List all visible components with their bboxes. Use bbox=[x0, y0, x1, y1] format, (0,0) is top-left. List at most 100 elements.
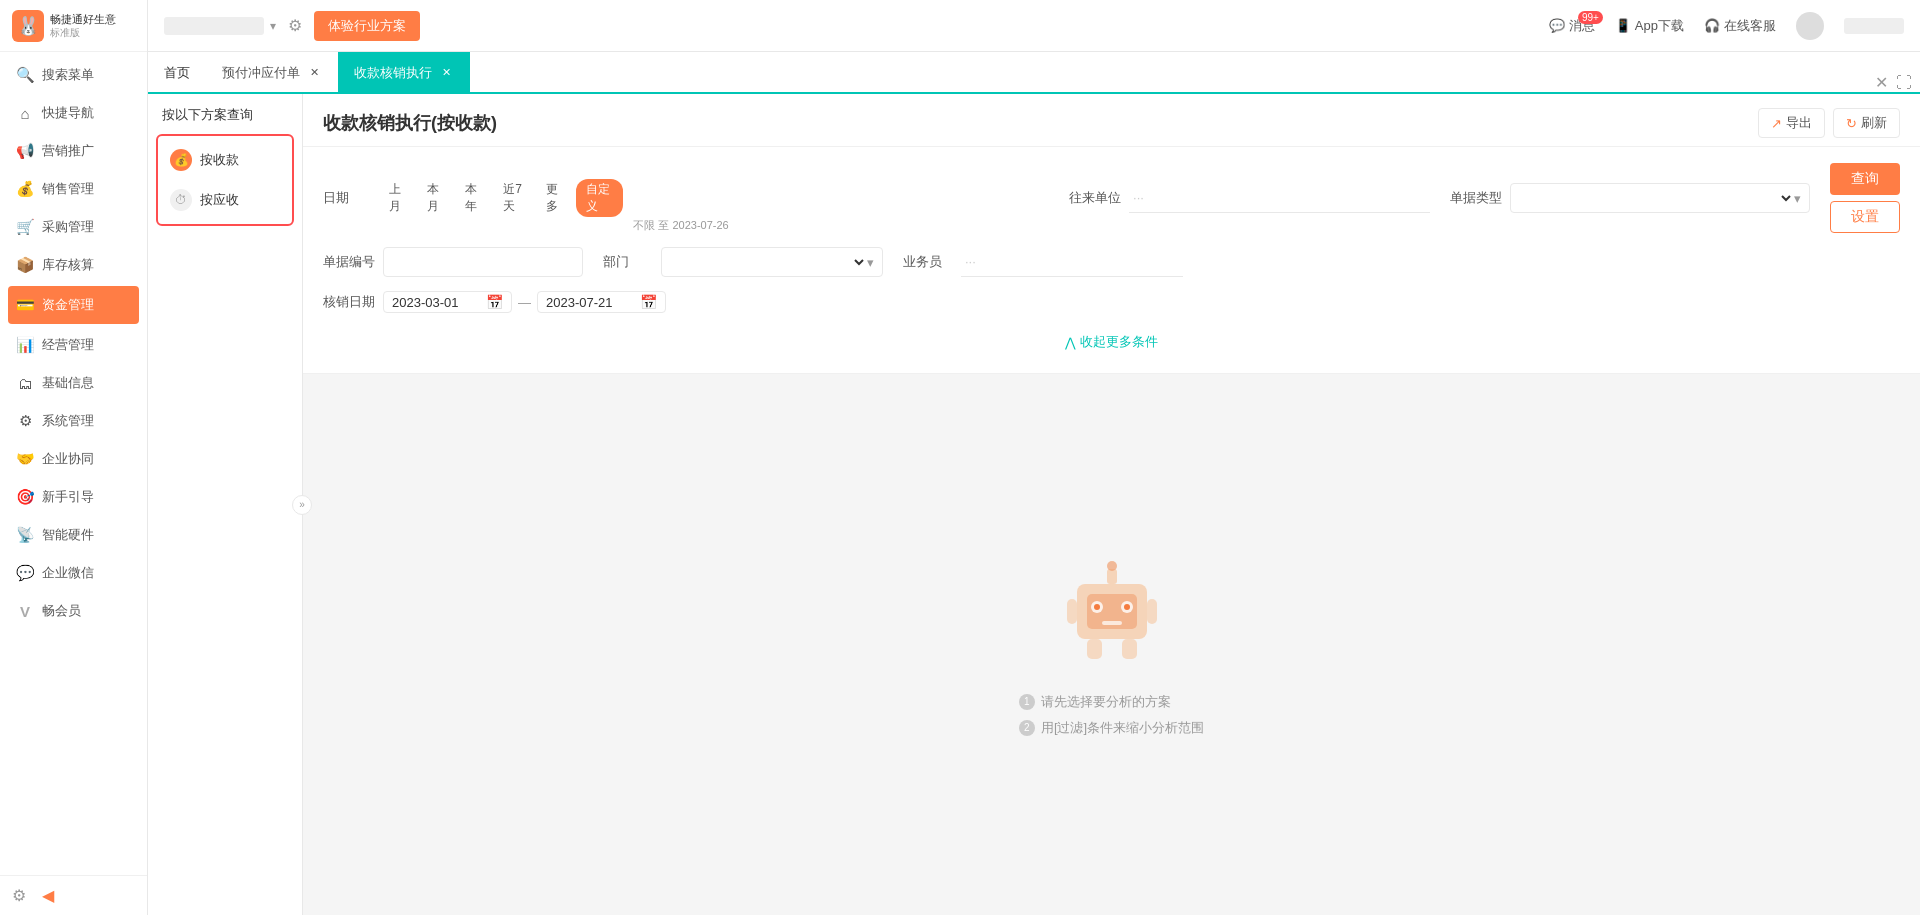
form-row-writeoff-date: 核销日期 📅 — 📅 bbox=[323, 291, 1900, 313]
date-btn-7days[interactable]: 近7天 bbox=[495, 179, 534, 217]
empty-tip-1: 1 请先选择要分析的方案 bbox=[1019, 689, 1204, 715]
sidebar-item-vip[interactable]: V 畅会员 bbox=[0, 592, 147, 630]
sidebar-nav: 🔍 搜索菜单 ⌂ 快捷导航 📢 营销推广 💰 销售管理 🛒 采购管理 📦 库存核… bbox=[0, 52, 147, 875]
writeoff-start-calendar-icon[interactable]: 📅 bbox=[486, 294, 503, 310]
svg-rect-7 bbox=[1107, 569, 1117, 584]
purchase-icon: 🛒 bbox=[16, 218, 34, 236]
staff-ellipsis: ··· bbox=[965, 254, 976, 269]
search-form: 日期 上月 本月 本年 近7天 更多 自定义 不限 至 2023-07-26 bbox=[303, 147, 1920, 374]
expand-tab-icon[interactable]: ⛶ bbox=[1896, 74, 1912, 92]
writeoff-end-date-wrap[interactable]: 📅 bbox=[537, 291, 666, 313]
logo-text: 畅捷通好生意 标准版 bbox=[50, 12, 116, 39]
main-area: ▾ ⚙ 体验行业方案 💬 消息 99+ 📱 App下载 🎧 在线客服 首 bbox=[148, 0, 1920, 915]
tab-receivable[interactable]: 收款核销执行 ✕ bbox=[338, 52, 470, 92]
operation-icon: 📊 bbox=[16, 336, 34, 354]
header-gear-icon[interactable]: ⚙ bbox=[288, 16, 302, 35]
date-quick-buttons: 上月 本月 本年 近7天 更多 自定义 bbox=[381, 179, 623, 217]
header-actions: 💬 消息 99+ 📱 App下载 🎧 在线客服 bbox=[1549, 12, 1904, 40]
main-content: 收款核销执行(按收款) ↗ 导出 ↻ 刷新 日期 bbox=[303, 94, 1920, 915]
tab-home[interactable]: 首页 bbox=[148, 52, 206, 92]
doc-type-field: 单据类型 ▾ bbox=[1450, 183, 1810, 213]
dept-select[interactable]: ▾ bbox=[661, 247, 883, 277]
service-icon: 🎧 bbox=[1704, 18, 1720, 33]
sidebar-item-basic[interactable]: 🗂 基础信息 bbox=[0, 364, 147, 402]
tab-close-receivable[interactable]: ✕ bbox=[438, 65, 454, 81]
filter-options-box: 💰 按收款 ⏱ 按应收 bbox=[156, 134, 294, 226]
page-actions: ↗ 导出 ↻ 刷新 bbox=[1758, 108, 1900, 138]
export-button[interactable]: ↗ 导出 bbox=[1758, 108, 1825, 138]
sidebar-item-guide[interactable]: 🎯 新手引导 bbox=[0, 478, 147, 516]
logo-icon: 🐰 bbox=[12, 10, 44, 42]
sidebar-item-inventory[interactable]: 📦 库存核算 bbox=[0, 246, 147, 284]
sidebar-item-wechat[interactable]: 💬 企业微信 bbox=[0, 554, 147, 592]
query-button[interactable]: 查询 bbox=[1830, 163, 1900, 195]
close-tab-icon[interactable]: ✕ bbox=[1875, 73, 1888, 92]
sidebar-item-enterprise[interactable]: 🤝 企业协同 bbox=[0, 440, 147, 478]
writeoff-start-date-input[interactable] bbox=[392, 295, 482, 310]
dept-dropdown[interactable] bbox=[670, 254, 867, 271]
filter-option-receivable[interactable]: ⏱ 按应收 bbox=[162, 180, 288, 220]
tab-bar: 首页 预付冲应付单 ✕ 收款核销执行 ✕ ✕ ⛶ bbox=[148, 52, 1920, 94]
refresh-button[interactable]: ↻ 刷新 bbox=[1833, 108, 1900, 138]
doc-type-dropdown[interactable] bbox=[1519, 190, 1794, 207]
svg-rect-11 bbox=[1087, 639, 1102, 659]
sidebar-item-quick-nav[interactable]: ⌂ 快捷导航 bbox=[0, 94, 147, 132]
date-field: 日期 上月 本月 本年 近7天 更多 自定义 bbox=[323, 179, 623, 217]
sidebar-item-operation[interactable]: 📊 经营管理 bbox=[0, 326, 147, 364]
staff-input-area[interactable]: ··· bbox=[961, 247, 1183, 277]
message-icon: 💬 bbox=[1549, 18, 1565, 33]
date-btn-custom[interactable]: 自定义 bbox=[576, 179, 623, 217]
svg-point-8 bbox=[1107, 561, 1117, 571]
message-action[interactable]: 💬 消息 99+ bbox=[1549, 17, 1595, 35]
page-title: 收款核销执行(按收款) bbox=[323, 111, 497, 135]
partner-label: 往来单位 bbox=[1069, 189, 1121, 207]
sidebar-item-finance[interactable]: 💳 资金管理 bbox=[8, 286, 139, 324]
svg-rect-12 bbox=[1122, 639, 1137, 659]
inventory-icon: 📦 bbox=[16, 256, 34, 274]
filter-option-receipt[interactable]: 💰 按收款 bbox=[162, 140, 288, 180]
tab-close-prepay[interactable]: ✕ bbox=[306, 65, 322, 81]
enterprise-icon: 🤝 bbox=[16, 450, 34, 468]
sidebar-item-hardware[interactable]: 📡 智能硬件 bbox=[0, 516, 147, 554]
doc-type-label: 单据类型 bbox=[1450, 189, 1502, 207]
sidebar-item-search[interactable]: 🔍 搜索菜单 bbox=[0, 56, 147, 94]
settings-bottom-icon[interactable]: ⚙ bbox=[12, 886, 26, 905]
sidebar-item-purchase[interactable]: 🛒 采购管理 bbox=[0, 208, 147, 246]
solution-button[interactable]: 体验行业方案 bbox=[314, 11, 420, 41]
vip-icon: V bbox=[16, 603, 34, 620]
app-download-action[interactable]: 📱 App下载 bbox=[1615, 17, 1684, 35]
online-service-action[interactable]: 🎧 在线客服 bbox=[1704, 17, 1776, 35]
user-avatar[interactable] bbox=[1796, 12, 1824, 40]
partner-ellipsis: ··· bbox=[1133, 190, 1144, 205]
doc-type-select[interactable]: ▾ bbox=[1510, 183, 1810, 213]
export-icon: ↗ bbox=[1771, 116, 1782, 131]
sidebar-bottom: ⚙ ◀ bbox=[0, 875, 147, 915]
staff-label: 业务员 bbox=[903, 253, 953, 271]
top-header: ▾ ⚙ 体验行业方案 💬 消息 99+ 📱 App下载 🎧 在线客服 bbox=[148, 0, 1920, 52]
message-badge: 99+ bbox=[1578, 11, 1603, 24]
partner-input-area[interactable]: ··· bbox=[1129, 183, 1429, 213]
date-btn-more[interactable]: 更多 bbox=[538, 179, 572, 217]
company-name bbox=[164, 17, 264, 35]
writeoff-end-date-input[interactable] bbox=[546, 295, 636, 310]
doc-no-input[interactable] bbox=[383, 247, 583, 277]
sidebar-item-sales[interactable]: 💰 销售管理 bbox=[0, 170, 147, 208]
settings-button[interactable]: 设置 bbox=[1830, 201, 1900, 233]
svg-rect-9 bbox=[1067, 599, 1077, 624]
collapse-more-btn[interactable]: ⋀ 收起更多条件 bbox=[323, 327, 1900, 357]
company-selector[interactable]: ▾ bbox=[164, 17, 276, 35]
collapse-filter-btn[interactable]: » bbox=[292, 495, 312, 515]
date-btn-this-year[interactable]: 本年 bbox=[457, 179, 491, 217]
sidebar-item-system[interactable]: ⚙ 系统管理 bbox=[0, 402, 147, 440]
sidebar-item-marketing[interactable]: 📢 营销推广 bbox=[0, 132, 147, 170]
writeoff-end-calendar-icon[interactable]: 📅 bbox=[640, 294, 657, 310]
collapse-sidebar-icon[interactable]: ◀ bbox=[42, 886, 54, 905]
svg-point-4 bbox=[1094, 604, 1100, 610]
date-btn-last-month[interactable]: 上月 bbox=[381, 179, 415, 217]
tab-prepay[interactable]: 预付冲应付单 ✕ bbox=[206, 52, 338, 92]
date-btn-this-month[interactable]: 本月 bbox=[419, 179, 453, 217]
svg-rect-6 bbox=[1102, 621, 1122, 625]
company-chevron-icon: ▾ bbox=[270, 19, 276, 33]
partner-field: 往来单位 ··· bbox=[1069, 183, 1429, 213]
writeoff-start-date-wrap[interactable]: 📅 bbox=[383, 291, 512, 313]
